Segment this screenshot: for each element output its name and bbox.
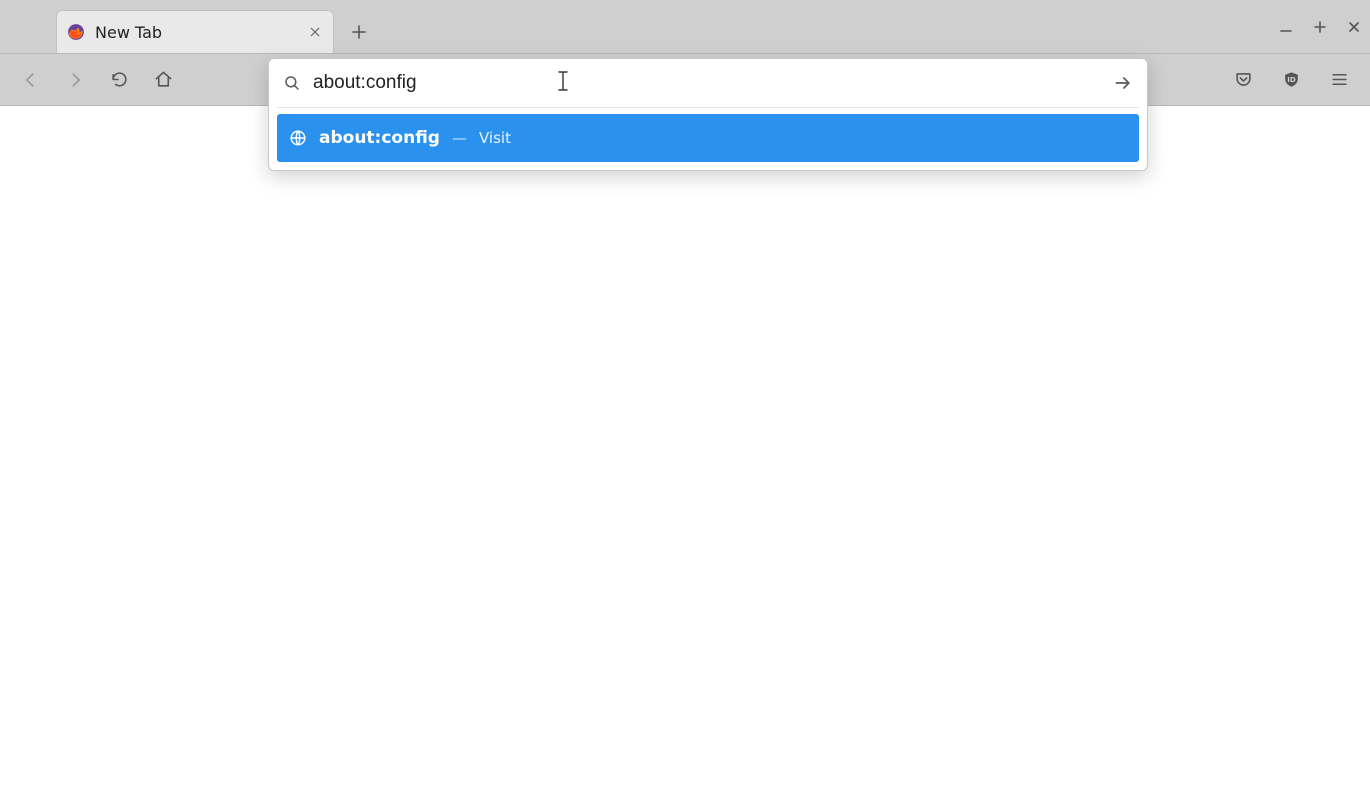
tab-new-tab[interactable]: New Tab	[56, 10, 334, 53]
suggestion-separator	[277, 107, 1139, 108]
home-button[interactable]	[146, 63, 180, 97]
reload-button[interactable]	[102, 63, 136, 97]
new-tab-button[interactable]	[342, 15, 376, 49]
svg-text:ID: ID	[1287, 75, 1296, 84]
pocket-button[interactable]	[1226, 63, 1260, 97]
hamburger-menu-button[interactable]	[1322, 63, 1356, 97]
globe-icon	[289, 129, 307, 147]
urlbar[interactable]	[269, 59, 1147, 107]
suggestion-action: Visit	[479, 129, 511, 147]
suggestion-title: about:config	[319, 128, 440, 148]
window-controls	[1278, 0, 1362, 53]
firefox-icon	[67, 23, 85, 41]
back-button[interactable]	[14, 63, 48, 97]
tab-title: New Tab	[95, 23, 297, 42]
window-minimize-icon[interactable]	[1278, 19, 1294, 35]
url-suggestion[interactable]: about:config — Visit	[277, 114, 1139, 162]
urlbar-popup: about:config — Visit	[268, 58, 1148, 171]
ublock-button[interactable]: ID	[1274, 63, 1308, 97]
tab-close-icon[interactable]	[307, 24, 323, 40]
title-bar: New Tab	[0, 0, 1370, 54]
forward-button[interactable]	[58, 63, 92, 97]
window-maximize-icon[interactable]	[1312, 19, 1328, 35]
search-icon	[283, 74, 301, 92]
urlbar-input[interactable]	[313, 72, 1101, 94]
suggestion-dash: —	[452, 129, 467, 147]
window-close-icon[interactable]	[1346, 19, 1362, 35]
page-content	[0, 106, 1370, 793]
go-arrow-icon[interactable]	[1113, 73, 1133, 93]
